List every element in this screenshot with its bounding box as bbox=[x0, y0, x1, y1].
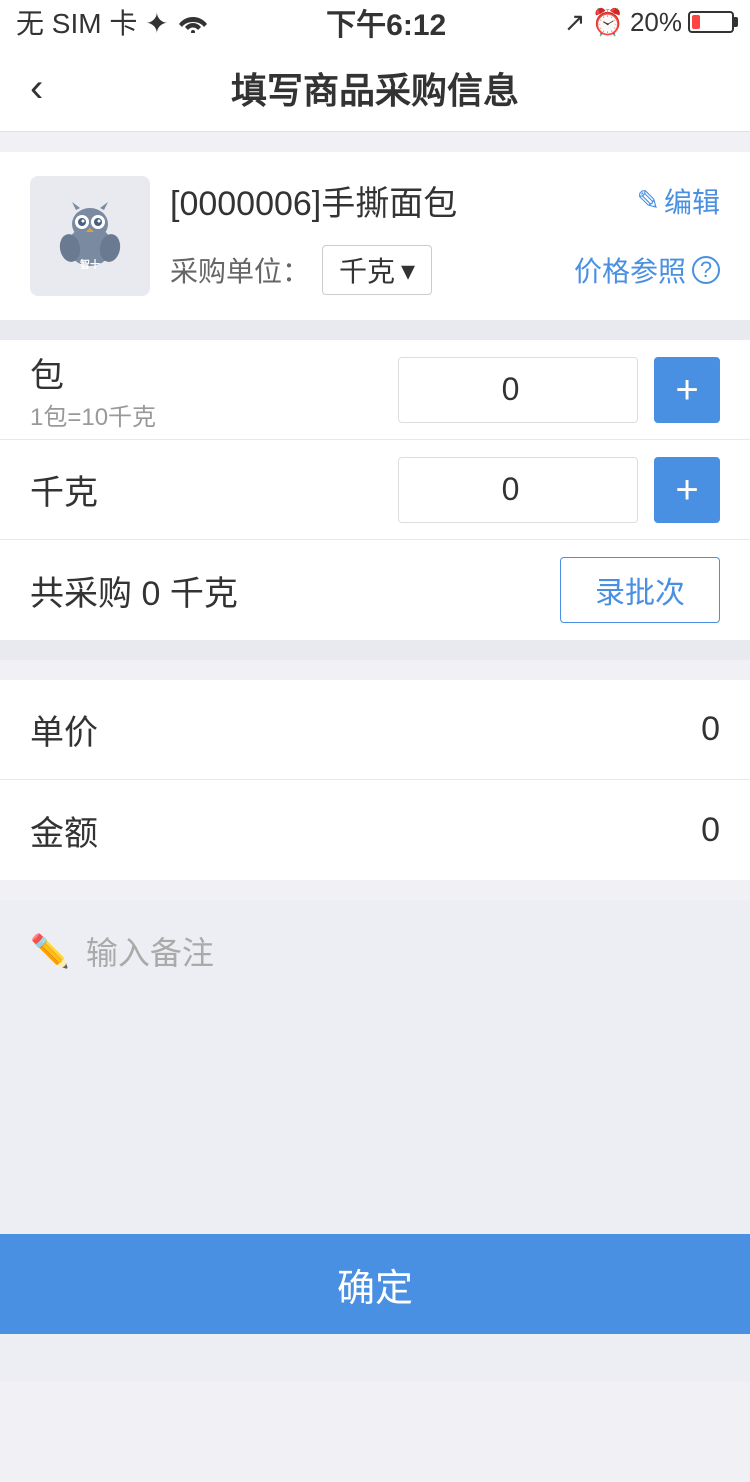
purchase-unit-row: 采购单位： 千克 ▾ 价格参照 ? bbox=[170, 245, 720, 295]
kg-plus-button[interactable]: + bbox=[654, 457, 720, 523]
price-ref-button[interactable]: 价格参照 ? bbox=[574, 250, 720, 290]
amount-label: 金额 bbox=[30, 806, 98, 855]
edit-button[interactable]: ✎ 编辑 bbox=[637, 181, 720, 221]
unit-price-row: 单价 0 bbox=[0, 680, 750, 780]
alarm-icon: ⏰ bbox=[592, 7, 624, 38]
unit-select[interactable]: 千克 ▾ bbox=[322, 245, 432, 295]
battery-percent: 20% bbox=[630, 7, 682, 38]
section-divider-1 bbox=[0, 320, 750, 340]
note-section[interactable]: ✏️ 输入备注 bbox=[0, 900, 750, 1002]
page-title: 填写商品采购信息 bbox=[231, 62, 519, 114]
status-right: ↗ ⏰ 20% bbox=[564, 7, 734, 38]
bag-input-row: 包 1包=10千克 + bbox=[0, 340, 750, 440]
dropdown-icon: ▾ bbox=[401, 254, 415, 287]
nav-bar: ‹ 填写商品采购信息 bbox=[0, 44, 750, 132]
status-left: 无 SIM 卡 ✦ bbox=[16, 2, 209, 42]
kg-input-controls: + bbox=[190, 457, 720, 523]
note-placeholder: 输入备注 bbox=[86, 928, 214, 974]
product-info: [0000006]手撕面包 ✎ 编辑 采购单位： 千克 ▾ 价格参照 ? bbox=[170, 176, 720, 295]
amount-value: 0 bbox=[701, 811, 720, 850]
bag-input-section: 包 1包=10千克 + 千克 + 共采购 0 千克 bbox=[0, 340, 750, 640]
amount-row: 金额 0 bbox=[0, 780, 750, 880]
location-icon: ↗ bbox=[564, 7, 586, 38]
bag-input-controls: + bbox=[190, 357, 720, 423]
help-icon: ? bbox=[692, 256, 720, 284]
wifi-icon bbox=[177, 11, 209, 33]
product-name-row: [0000006]手撕面包 ✎ 编辑 bbox=[170, 176, 720, 225]
bag-plus-button[interactable]: + bbox=[654, 357, 720, 423]
battery-icon bbox=[688, 11, 734, 33]
bag-label: 包 1包=10千克 bbox=[30, 348, 190, 432]
summary-unit: 千克 bbox=[170, 575, 238, 613]
record-batch-button[interactable]: 录批次 bbox=[560, 557, 720, 623]
back-button[interactable]: ‹ bbox=[30, 68, 43, 108]
bag-quantity-input[interactable] bbox=[398, 357, 638, 423]
product-logo: 智十 bbox=[50, 196, 130, 276]
kg-label: 千克 bbox=[30, 465, 190, 514]
unit-price-value: 0 bbox=[701, 710, 720, 749]
status-bar: 无 SIM 卡 ✦ 下午6:12 ↗ ⏰ 20% bbox=[0, 0, 750, 44]
summary-row: 共采购 0 千克 录批次 bbox=[0, 540, 750, 640]
summary-amount: 0 bbox=[141, 575, 160, 613]
sim-label: 无 SIM 卡 ✦ bbox=[16, 2, 169, 42]
product-card: 智十 [0000006]手撕面包 ✎ 编辑 采购单位： 千克 ▾ bbox=[0, 152, 750, 320]
summary-text: 共采购 0 千克 bbox=[30, 566, 238, 615]
product-image: 智十 bbox=[30, 176, 150, 296]
section-divider-2 bbox=[0, 640, 750, 660]
status-time: 下午6:12 bbox=[326, 0, 446, 44]
price-section: 单价 0 金额 0 bbox=[0, 680, 750, 880]
product-name: [0000006]手撕面包 bbox=[170, 176, 457, 225]
unit-price-label: 单价 bbox=[30, 705, 98, 754]
pencil-icon: ✏️ bbox=[30, 932, 70, 970]
kg-quantity-input[interactable] bbox=[398, 457, 638, 523]
unit-label: 采购单位： 千克 ▾ bbox=[170, 245, 432, 295]
svg-text:智十: 智十 bbox=[80, 258, 100, 271]
edit-icon: ✎ bbox=[637, 184, 660, 217]
kg-input-row: 千克 + bbox=[0, 440, 750, 540]
confirm-button[interactable]: 确定 bbox=[0, 1234, 750, 1334]
